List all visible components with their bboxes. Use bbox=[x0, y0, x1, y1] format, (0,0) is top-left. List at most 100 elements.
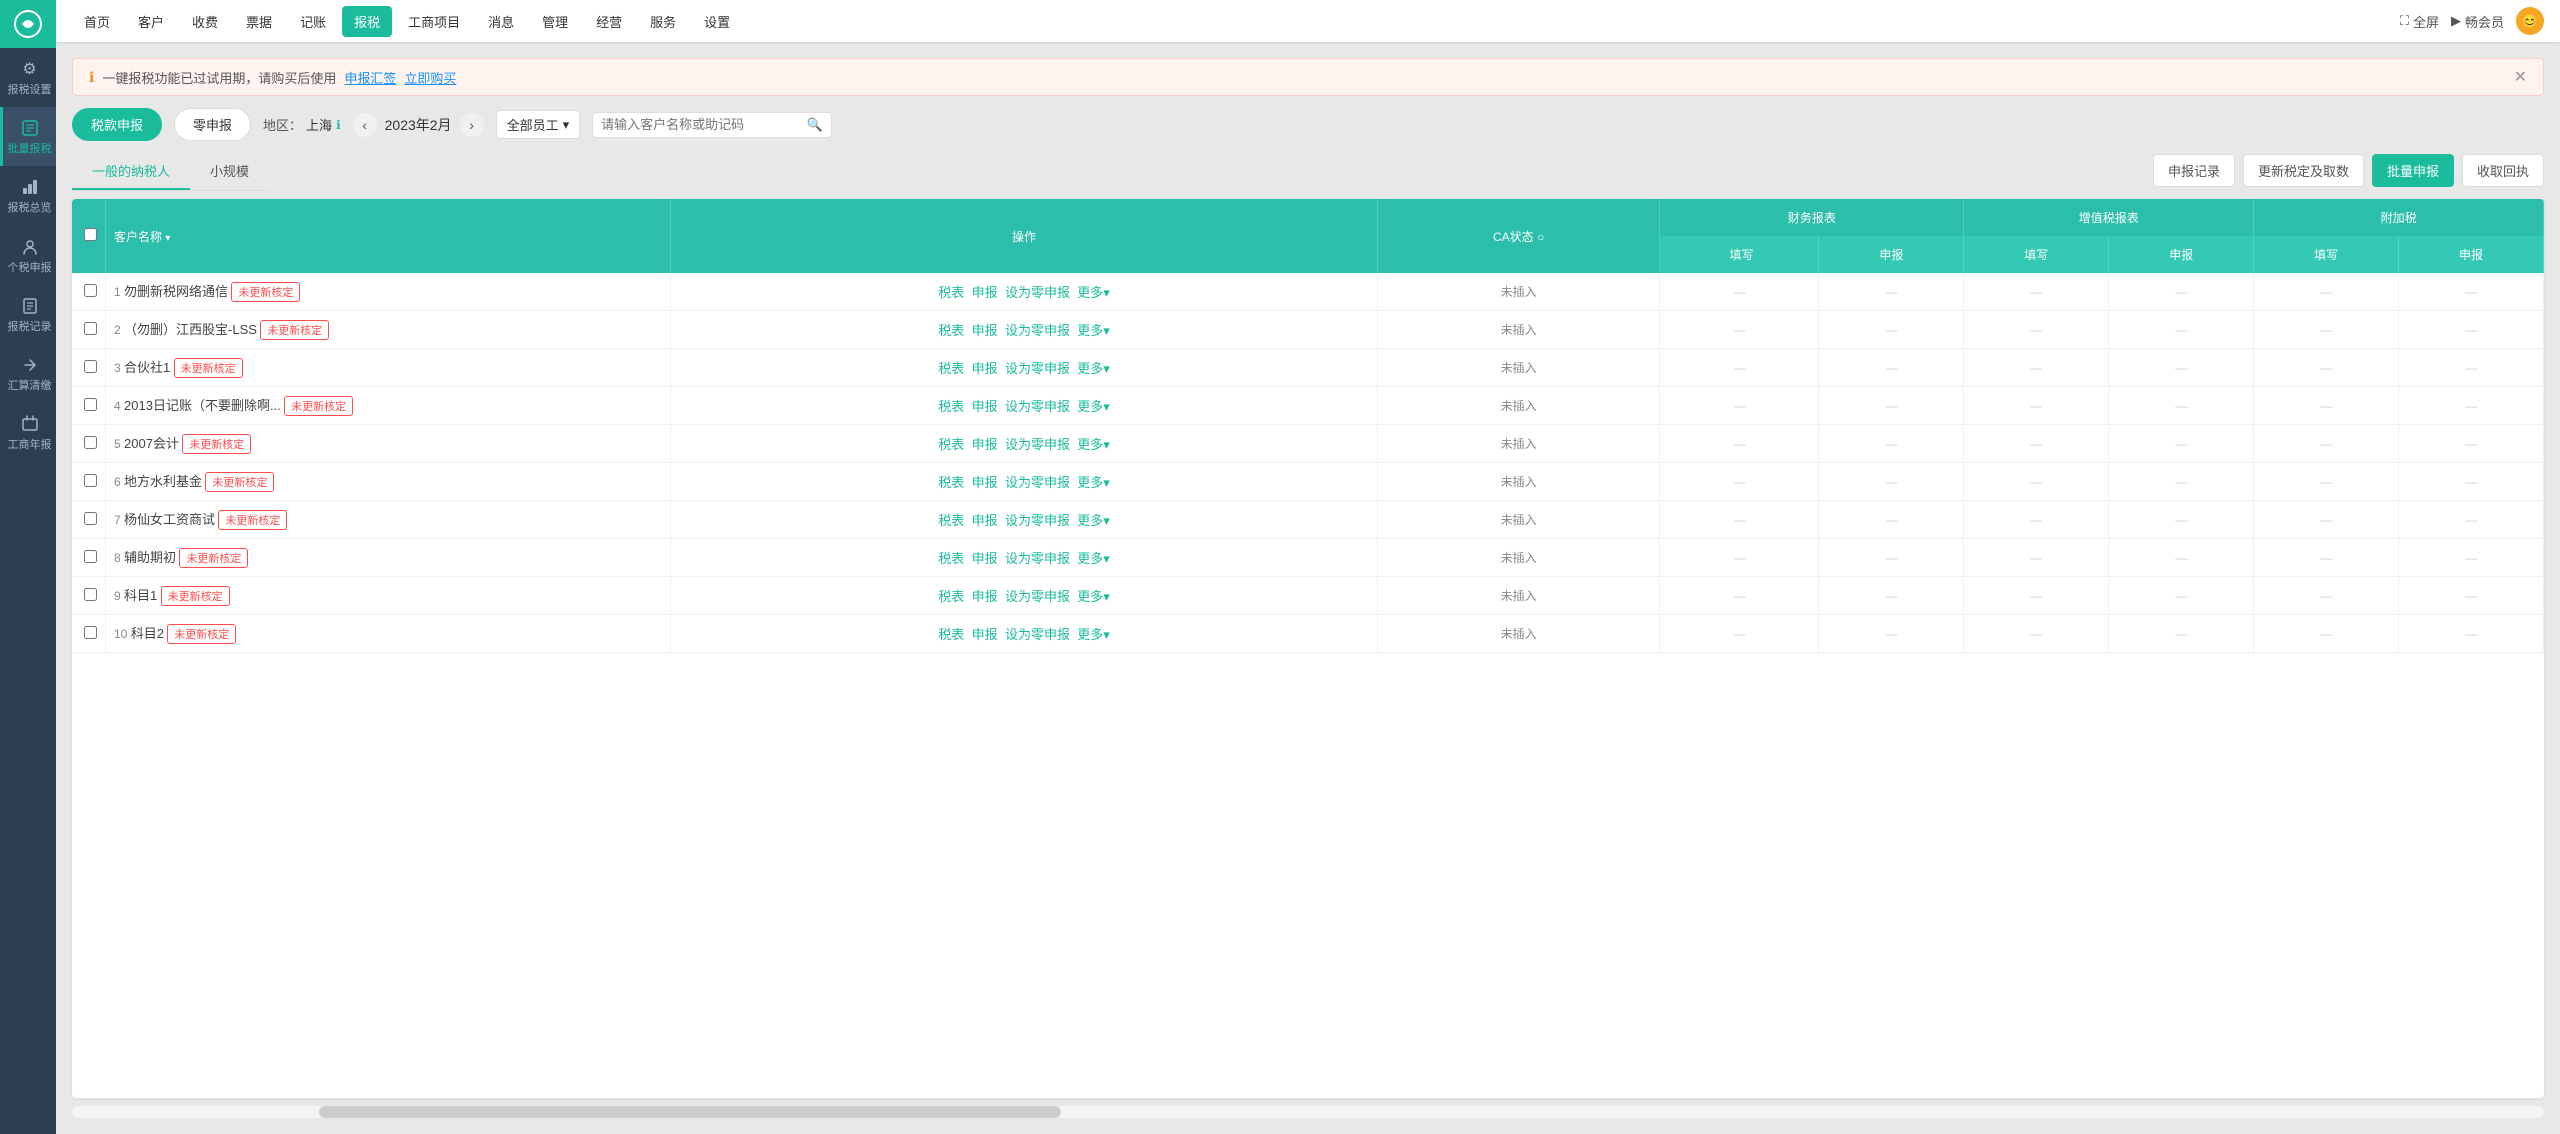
op-more[interactable]: 更多▾ bbox=[1077, 437, 1110, 452]
op-set-zero[interactable]: 设为零申报 bbox=[1005, 285, 1070, 300]
search-box: 🔍 bbox=[592, 112, 832, 138]
op-more[interactable]: 更多▾ bbox=[1077, 589, 1110, 604]
op-declare[interactable]: 申报 bbox=[972, 513, 998, 528]
row-checkbox-cell bbox=[72, 577, 106, 615]
op-set-zero[interactable]: 设为零申报 bbox=[1005, 323, 1070, 338]
next-date-button[interactable]: › bbox=[460, 113, 484, 137]
op-set-zero[interactable]: 设为零申报 bbox=[1005, 627, 1070, 642]
row-checkbox[interactable] bbox=[84, 474, 97, 487]
nav-business[interactable]: 工商项目 bbox=[396, 6, 472, 37]
notice-link-report[interactable]: 申报汇签 bbox=[344, 68, 396, 87]
op-declare[interactable]: 申报 bbox=[972, 361, 998, 376]
nav-operations[interactable]: 经营 bbox=[584, 6, 634, 37]
op-tax-table[interactable]: 税表 bbox=[938, 513, 964, 528]
member-button[interactable]: ▶ 畅会员 bbox=[2451, 12, 2504, 31]
nav-services[interactable]: 服务 bbox=[638, 6, 688, 37]
op-declare[interactable]: 申报 bbox=[972, 475, 998, 490]
select-all-checkbox[interactable] bbox=[84, 228, 97, 241]
search-input[interactable] bbox=[601, 117, 801, 132]
nav-invoice[interactable]: 票据 bbox=[234, 6, 284, 37]
op-tax-table[interactable]: 税表 bbox=[938, 361, 964, 376]
user-avatar[interactable]: 😊 bbox=[2516, 7, 2544, 35]
op-declare[interactable]: 申报 bbox=[972, 285, 998, 300]
op-tax-table[interactable]: 税表 bbox=[938, 285, 964, 300]
row-checkbox[interactable] bbox=[84, 512, 97, 525]
tab-tax-declaration[interactable]: 税款申报 bbox=[72, 108, 162, 141]
op-declare[interactable]: 申报 bbox=[972, 589, 998, 604]
op-more[interactable]: 更多▾ bbox=[1077, 285, 1110, 300]
op-set-zero[interactable]: 设为零申报 bbox=[1005, 361, 1070, 376]
tab-small-scale[interactable]: 小规模 bbox=[190, 153, 269, 190]
op-tax-table[interactable]: 税表 bbox=[938, 627, 964, 642]
op-set-zero[interactable]: 设为零申报 bbox=[1005, 551, 1070, 566]
op-declare[interactable]: 申报 bbox=[972, 627, 998, 642]
op-tax-table[interactable]: 税表 bbox=[938, 437, 964, 452]
sidebar-item-tax-records[interactable]: 报税记录 bbox=[0, 285, 56, 344]
op-tax-table[interactable]: 税表 bbox=[938, 323, 964, 338]
tax-settings-icon: ⚙ bbox=[19, 58, 41, 80]
op-tax-table[interactable]: 税表 bbox=[938, 589, 964, 604]
batch-declare-button[interactable]: 批量申报 bbox=[2372, 154, 2454, 187]
op-declare[interactable]: 申报 bbox=[972, 437, 998, 452]
table-row: 10 科目2 未更新核定 税表 申报 设为零申报 更多▾ 未插入 — — — —… bbox=[72, 615, 2544, 653]
sidebar-item-personal-tax[interactable]: 个税申报 bbox=[0, 226, 56, 285]
op-set-zero[interactable]: 设为零申报 bbox=[1005, 399, 1070, 414]
tab-zero-declaration[interactable]: 零申报 bbox=[174, 108, 251, 141]
op-more[interactable]: 更多▾ bbox=[1077, 475, 1110, 490]
nav-accounting[interactable]: 记账 bbox=[288, 6, 338, 37]
op-tax-table[interactable]: 税表 bbox=[938, 551, 964, 566]
nav-settings[interactable]: 设置 bbox=[692, 6, 742, 37]
update-tax-button[interactable]: 更新税定及取数 bbox=[2243, 154, 2364, 187]
op-tax-table[interactable]: 税表 bbox=[938, 475, 964, 490]
op-declare[interactable]: 申报 bbox=[972, 399, 998, 414]
region-label-text: 地区： bbox=[263, 115, 302, 134]
row-checkbox[interactable] bbox=[84, 284, 97, 297]
nav-tax[interactable]: 报税 bbox=[342, 6, 392, 37]
op-more[interactable]: 更多▾ bbox=[1077, 513, 1110, 528]
annual-report-icon bbox=[19, 413, 41, 435]
row-checkbox[interactable] bbox=[84, 322, 97, 335]
row-checkbox[interactable] bbox=[84, 436, 97, 449]
nav-home[interactable]: 首页 bbox=[72, 6, 122, 37]
notice-close-button[interactable]: ✕ bbox=[2514, 67, 2527, 87]
nav-billing[interactable]: 收费 bbox=[180, 6, 230, 37]
tab-general-taxpayer[interactable]: 一般的纳税人 bbox=[72, 153, 190, 190]
sidebar-item-tax-overview[interactable]: 报税总览 bbox=[0, 166, 56, 225]
row-client-name: 6 地方水利基金 未更新核定 bbox=[106, 463, 671, 501]
row-checkbox[interactable] bbox=[84, 360, 97, 373]
op-set-zero[interactable]: 设为零申报 bbox=[1005, 475, 1070, 490]
nav-management[interactable]: 管理 bbox=[530, 6, 580, 37]
op-declare[interactable]: 申报 bbox=[972, 551, 998, 566]
notice-link-buy[interactable]: 立即购买 bbox=[404, 68, 456, 87]
op-more[interactable]: 更多▾ bbox=[1077, 323, 1110, 338]
th-client-name: 客户名称 ▾ bbox=[106, 199, 671, 273]
status-badge: 未更新核定 bbox=[205, 472, 274, 492]
dept-label: 全部员工 bbox=[507, 115, 559, 134]
declaration-records-button[interactable]: 申报记录 bbox=[2153, 154, 2235, 187]
fullscreen-button[interactable]: ⛶ 全屏 bbox=[2400, 12, 2439, 31]
op-more[interactable]: 更多▾ bbox=[1077, 551, 1110, 566]
sidebar-item-settlement[interactable]: 汇算清缴 bbox=[0, 344, 56, 403]
nav-messages[interactable]: 消息 bbox=[476, 6, 526, 37]
op-set-zero[interactable]: 设为零申报 bbox=[1005, 513, 1070, 528]
collect-receipt-button[interactable]: 收取回执 bbox=[2462, 154, 2544, 187]
row-checkbox[interactable] bbox=[84, 398, 97, 411]
sidebar-item-batch-tax[interactable]: 批量报税 bbox=[0, 107, 56, 166]
op-more[interactable]: 更多▾ bbox=[1077, 399, 1110, 414]
op-more[interactable]: 更多▾ bbox=[1077, 361, 1110, 376]
op-declare[interactable]: 申报 bbox=[972, 323, 998, 338]
row-checkbox[interactable] bbox=[84, 550, 97, 563]
table-row: 6 地方水利基金 未更新核定 税表 申报 设为零申报 更多▾ 未插入 — — —… bbox=[72, 463, 2544, 501]
sidebar-item-tax-settings[interactable]: ⚙ 报税设置 bbox=[0, 48, 56, 107]
prev-date-button[interactable]: ‹ bbox=[353, 113, 377, 137]
op-tax-table[interactable]: 税表 bbox=[938, 399, 964, 414]
row-checkbox[interactable] bbox=[84, 626, 97, 639]
row-checkbox[interactable] bbox=[84, 588, 97, 601]
op-more[interactable]: 更多▾ bbox=[1077, 627, 1110, 642]
nav-client[interactable]: 客户 bbox=[126, 6, 176, 37]
department-selector[interactable]: 全部员工 ▾ bbox=[496, 110, 581, 139]
op-set-zero[interactable]: 设为零申报 bbox=[1005, 437, 1070, 452]
sidebar-item-annual-report[interactable]: 工商年报 bbox=[0, 403, 56, 462]
row-financial-write: — bbox=[1660, 387, 1819, 425]
op-set-zero[interactable]: 设为零申报 bbox=[1005, 589, 1070, 604]
